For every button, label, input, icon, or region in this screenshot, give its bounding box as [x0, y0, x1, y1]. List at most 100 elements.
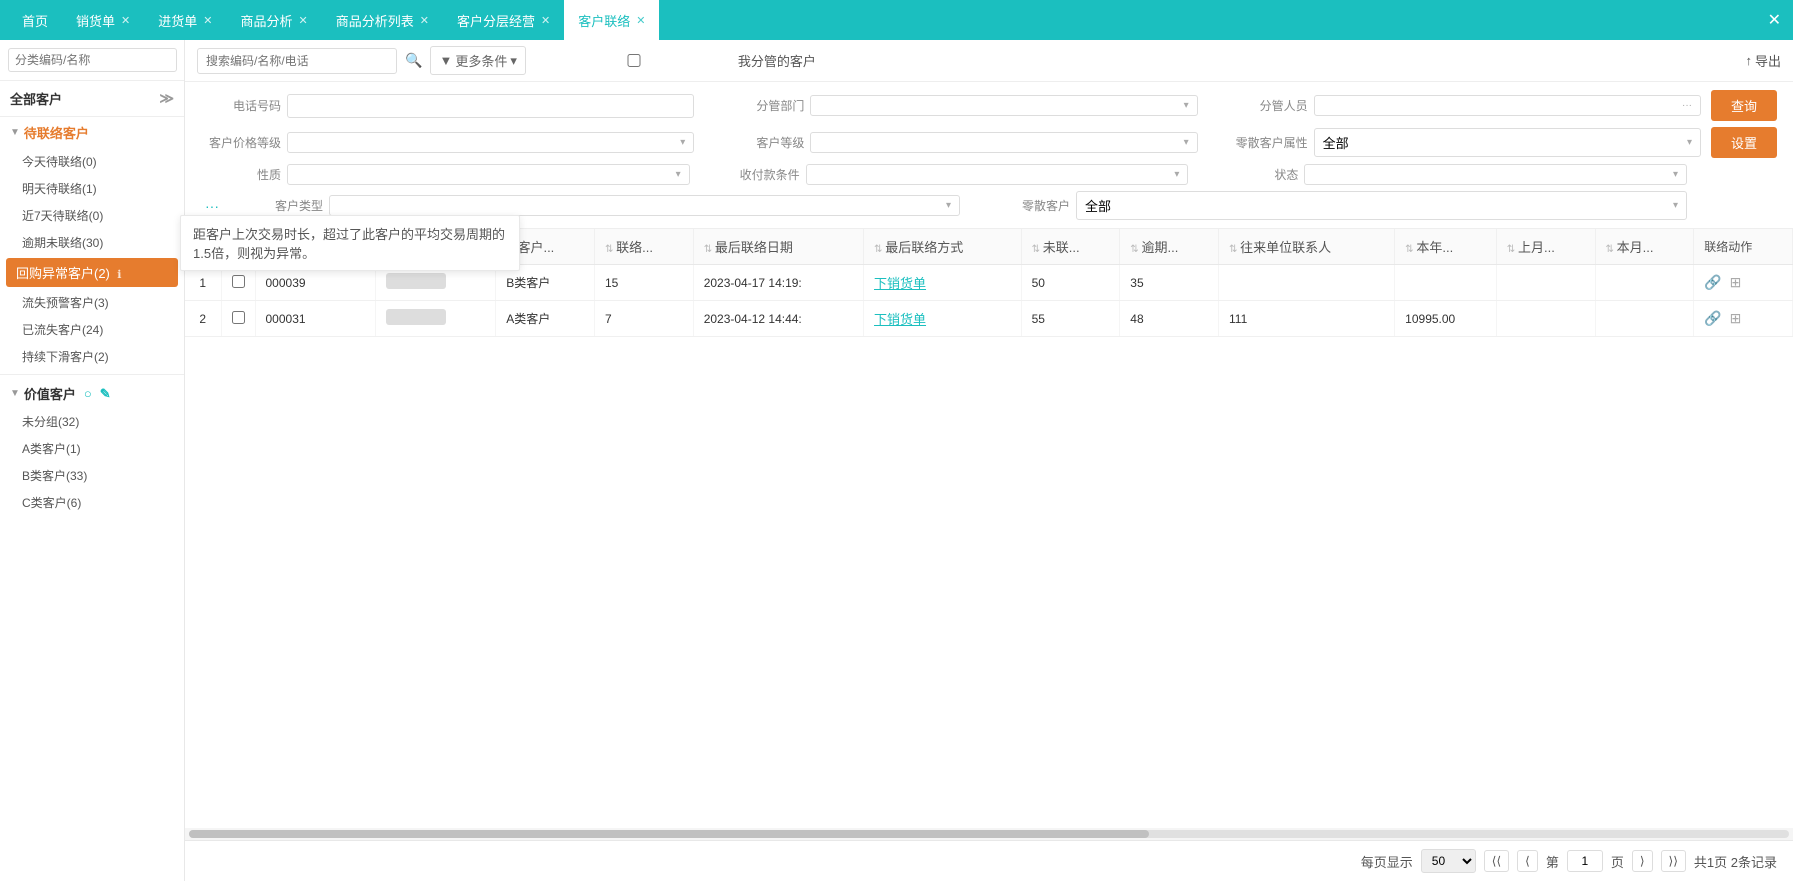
filter-icon: ▼	[439, 53, 452, 68]
row1-last-method-link[interactable]: 下销货单	[874, 276, 926, 291]
scrollbar-thumb[interactable]	[189, 830, 1149, 838]
row2-checkbox[interactable]	[232, 311, 245, 324]
close-product-analysis-tab[interactable]: ✕	[299, 14, 308, 27]
prev-page-button[interactable]: ⟨	[1517, 850, 1538, 872]
customer-level-chevron: ▾	[1184, 137, 1189, 148]
row2-checkbox-cell[interactable]	[221, 301, 255, 337]
th-contact-person[interactable]: 往来单位联系人	[1219, 229, 1395, 265]
th-last-date[interactable]: 最后联络日期	[693, 229, 863, 265]
th-this-month[interactable]: 本月...	[1595, 229, 1694, 265]
row2-link-icon[interactable]: 🔗	[1704, 310, 1721, 327]
row1-checkbox[interactable]	[232, 275, 245, 288]
th-action: 联络动作	[1694, 229, 1793, 265]
sidebar-item-declining[interactable]: 持续下滑客户(2)	[0, 343, 184, 370]
sidebar-item-repurchase-abnormal[interactable]: 回购异常客户(2) ℹ	[6, 258, 178, 287]
status-select[interactable]: ▾	[1304, 164, 1687, 185]
sidebar-item-7days[interactable]: 近7天待联络(0)	[0, 202, 184, 229]
next-page-button[interactable]: ⟩	[1632, 850, 1653, 872]
search-input[interactable]	[197, 48, 397, 74]
row2-this-month	[1595, 301, 1694, 337]
more-filters-dots[interactable]: ···	[201, 198, 223, 214]
scrollbar-track[interactable]	[189, 830, 1789, 838]
th-last-method[interactable]: 最后联络方式	[864, 229, 1022, 265]
nav-purchase[interactable]: 进货单 ✕	[144, 0, 226, 40]
my-customers-checkbox-label[interactable]: 我分管的客户	[534, 51, 816, 70]
sidebar-search-input[interactable]	[8, 48, 177, 72]
row1-last-method[interactable]: 下销货单	[864, 265, 1022, 301]
sidebar-item-overdue[interactable]: 逾期未联络(30)	[0, 229, 184, 256]
sidebar-item-churn-warning[interactable]: 流失预警客户(3)	[0, 289, 184, 316]
dept-select[interactable]: ▾	[810, 95, 1197, 116]
close-customer-contact-tab[interactable]: ✕	[636, 14, 645, 27]
repurchase-info-icon: ℹ	[117, 269, 121, 281]
close-purchase-tab[interactable]: ✕	[203, 14, 212, 27]
nav-customer-contact[interactable]: 客户联络 ✕	[564, 0, 659, 40]
sidebar-item-class-b[interactable]: B类客户(33)	[0, 462, 184, 489]
price-level-label: 客户价格等级	[201, 134, 281, 151]
pending-group-arrow: ▼	[10, 127, 20, 138]
status-chevron: ▾	[1673, 169, 1678, 180]
close-sales-tab[interactable]: ✕	[121, 14, 130, 27]
th-uncontacted[interactable]: 未联...	[1021, 229, 1120, 265]
close-customer-segmentation-tab[interactable]: ✕	[541, 14, 550, 27]
close-product-analysis-list-tab[interactable]: ✕	[420, 14, 429, 27]
scattered-attr-value: 全部	[1323, 133, 1349, 152]
sidebar-item-class-a[interactable]: A类客户(1)	[0, 435, 184, 462]
th-this-year[interactable]: 本年...	[1395, 229, 1497, 265]
sidebar-item-churned[interactable]: 已流失客户(24)	[0, 316, 184, 343]
my-customers-checkbox[interactable]	[534, 54, 734, 67]
horizontal-scrollbar[interactable]	[185, 828, 1793, 840]
sidebar-search-area: 🔍	[0, 40, 184, 81]
row2-last-method-link[interactable]: 下销货单	[874, 312, 926, 327]
nav-home[interactable]: 首页	[8, 0, 62, 40]
sidebar-group-pending[interactable]: ▼ 待联络客户	[0, 117, 184, 148]
phone-input[interactable]	[287, 94, 694, 118]
sidebar-item-class-c[interactable]: C类客户(6)	[0, 489, 184, 516]
nature-select[interactable]: ▾	[287, 164, 690, 185]
sidebar-item-ungrouped[interactable]: 未分组(32)	[0, 408, 184, 435]
window-close-button[interactable]: ✕	[1768, 10, 1781, 30]
value-group-settings-icon[interactable]: ✎	[100, 386, 111, 402]
row2-grid-icon[interactable]: ⊞	[1730, 310, 1742, 327]
last-page-button[interactable]: ⟩⟩	[1661, 850, 1686, 872]
sidebar-item-today[interactable]: 今天待联络(0)	[0, 148, 184, 175]
sidebar-collapse-icon[interactable]: ≫	[159, 90, 174, 107]
dept-label: 分管部门	[724, 97, 804, 114]
value-group-edit-icon[interactable]: ○	[84, 386, 92, 401]
customer-level-select[interactable]: ▾	[810, 132, 1197, 153]
filter-field-status: 状态 ▾	[1198, 164, 1687, 185]
page-number-input[interactable]	[1567, 850, 1603, 872]
nav-product-analysis[interactable]: 商品分析 ✕	[226, 0, 321, 40]
sidebar-item-tomorrow[interactable]: 明天待联络(1)	[0, 175, 184, 202]
top-navigation: 首页 销货单 ✕ 进货单 ✕ 商品分析 ✕ 商品分析列表 ✕ 客户分层经营 ✕ …	[0, 0, 1793, 40]
scattered-attr-select[interactable]: 全部 ▾	[1314, 128, 1701, 157]
export-button[interactable]: ↑ 导出	[1745, 51, 1781, 70]
payment-select[interactable]: ▾	[806, 164, 1189, 185]
nav-product-analysis-list[interactable]: 商品分析列表 ✕	[322, 0, 443, 40]
customer-type-select[interactable]: ▾	[329, 195, 960, 216]
row1-link-icon[interactable]: 🔗	[1704, 274, 1721, 291]
payment-label: 收付款条件	[720, 166, 800, 183]
person-select[interactable]: ···	[1314, 95, 1701, 116]
settings-button[interactable]: 设置	[1711, 127, 1777, 158]
per-page-select[interactable]: 50 100 200	[1421, 849, 1476, 873]
scattered-customer-select[interactable]: 全部 ▾	[1076, 191, 1687, 220]
sidebar-group-value[interactable]: ▼ 价值客户 ○ ✎	[0, 379, 184, 408]
row1-contact-person	[1219, 265, 1395, 301]
th-overdue[interactable]: 逾期...	[1120, 229, 1219, 265]
row2-last-method[interactable]: 下销货单	[864, 301, 1022, 337]
th-contact-count[interactable]: 联络...	[594, 229, 693, 265]
price-level-select[interactable]: ▾	[287, 132, 694, 153]
filter-search-icon[interactable]: 🔍	[405, 52, 422, 69]
export-icon: ↑	[1745, 53, 1752, 68]
more-conditions-button[interactable]: ▼ 更多条件 ▾	[430, 46, 525, 75]
row1-grid-icon[interactable]: ⊞	[1730, 274, 1742, 291]
nav-customer-segmentation[interactable]: 客户分层经营 ✕	[443, 0, 564, 40]
th-last-month[interactable]: 上月...	[1496, 229, 1595, 265]
total-records-label: 共1页 2条记录	[1694, 852, 1777, 871]
query-button[interactable]: 查询	[1711, 90, 1777, 121]
first-page-button[interactable]: ⟨⟨	[1484, 850, 1509, 872]
nature-chevron: ▾	[676, 169, 681, 180]
nav-sales[interactable]: 销货单 ✕	[62, 0, 144, 40]
filter-field-scattered-customer: 零散客户 全部 ▾	[970, 191, 1687, 220]
